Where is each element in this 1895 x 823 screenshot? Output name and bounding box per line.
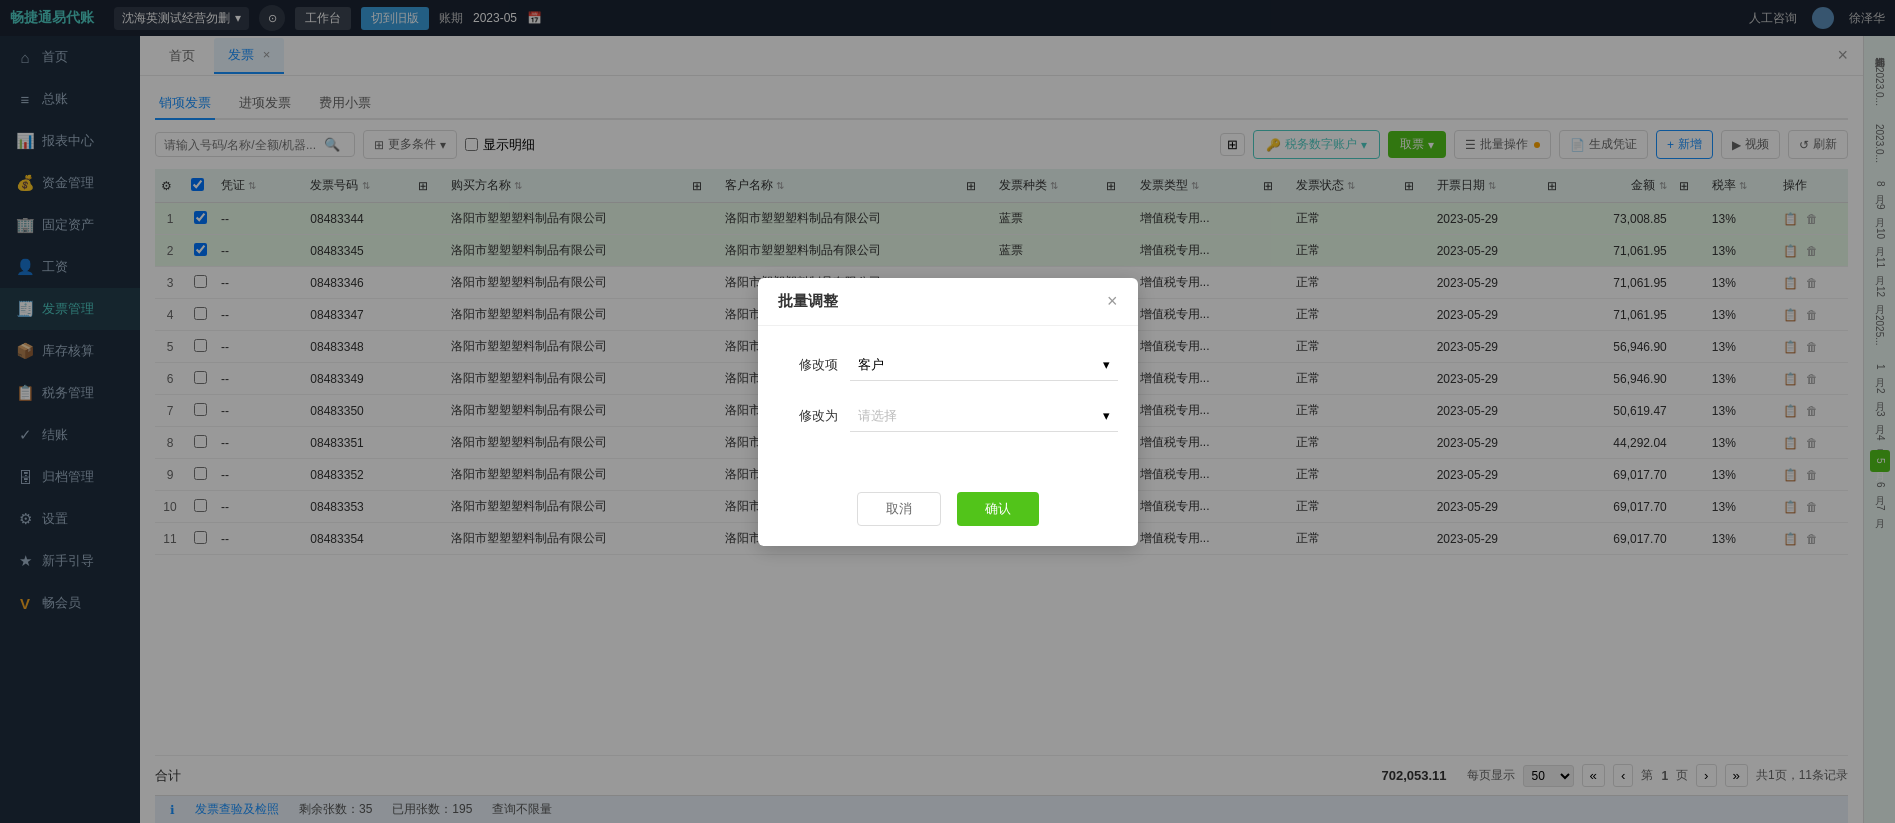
modify-field-chevron: ▾ <box>1103 357 1110 372</box>
confirm-btn[interactable]: 确认 <box>957 492 1039 526</box>
modal-header: 批量调整 × <box>758 278 1138 326</box>
modify-to-label: 修改为 <box>778 407 838 425</box>
batch-adjust-modal: 批量调整 × 修改项 客户 ▾ 修改为 请选择 ▾ 取消 确认 <box>758 278 1138 546</box>
modify-to-select[interactable]: 请选择 ▾ <box>850 401 1118 432</box>
modal-overlay: 批量调整 × 修改项 客户 ▾ 修改为 请选择 ▾ 取消 确认 <box>0 0 1895 823</box>
modify-to-row: 修改为 请选择 ▾ <box>778 401 1118 432</box>
modify-field-row: 修改项 客户 ▾ <box>778 350 1118 381</box>
cancel-btn[interactable]: 取消 <box>857 492 941 526</box>
modify-field-value: 客户 <box>858 356 884 374</box>
modify-field-label: 修改项 <box>778 356 838 374</box>
modal-body: 修改项 客户 ▾ 修改为 请选择 ▾ <box>758 326 1138 476</box>
modify-to-chevron: ▾ <box>1103 408 1110 423</box>
modify-field-select[interactable]: 客户 ▾ <box>850 350 1118 381</box>
modify-to-placeholder: 请选择 <box>858 407 897 425</box>
modal-title: 批量调整 <box>778 292 838 311</box>
modal-footer: 取消 确认 <box>758 476 1138 546</box>
modal-close-btn[interactable]: × <box>1107 292 1118 310</box>
